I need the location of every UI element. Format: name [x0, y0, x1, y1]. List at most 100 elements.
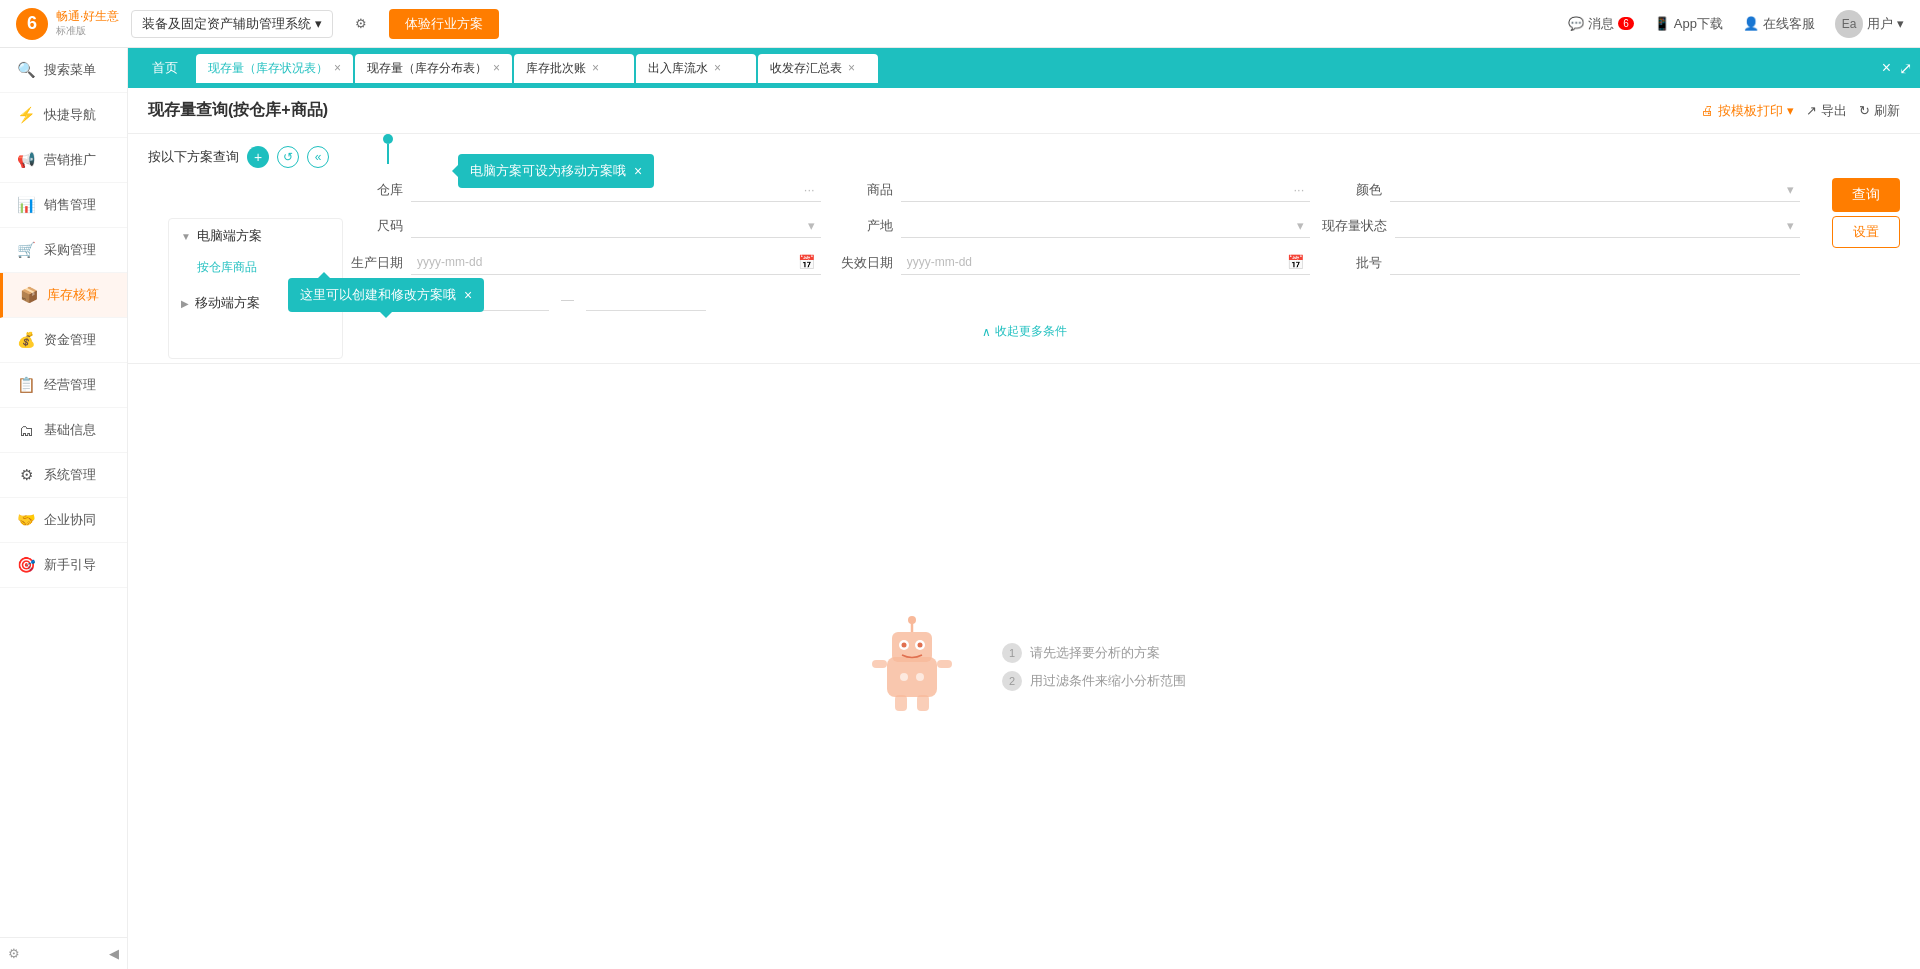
user-chevron-icon: ▾	[1897, 16, 1904, 31]
triangle-icon: ▼	[181, 231, 191, 242]
tab-expand-icon[interactable]: ⤢	[1899, 59, 1912, 78]
tab-collect-report[interactable]: 收发存汇总表 ×	[758, 54, 878, 83]
sidebar-label-system: 系统管理	[44, 466, 96, 484]
tab-close-collect-report[interactable]: ×	[848, 61, 855, 75]
sidebar-label-marketing: 营销推广	[44, 151, 96, 169]
search-button[interactable]: 查询	[1832, 178, 1900, 212]
triangle-mobile-icon: ▶	[181, 298, 189, 309]
sidebar-item-enterprise[interactable]: 🤝 企业协同	[0, 498, 127, 543]
sidebar-item-purchase[interactable]: 🛒 采购管理	[0, 228, 127, 273]
main-content: 1 请先选择要分析的方案 2 用过滤条件来缩小分析范围	[128, 364, 1920, 969]
message-button[interactable]: 💬 消息 6	[1568, 15, 1634, 33]
template-print-button[interactable]: 🖨 按模板打印 ▾	[1701, 102, 1794, 120]
origin-select[interactable]: ▾	[901, 214, 1311, 238]
tip-num-1: 1	[1002, 643, 1022, 663]
tooltip-scheme-switch: 电脑方案可设为移动方案哦 ×	[458, 154, 654, 188]
handshake-icon: 🤝	[16, 510, 36, 530]
more-dots-icon: ···	[804, 182, 815, 197]
filter-header: 按以下方案查询 + ↺ « 电脑方案可设为移动方案哦 ×	[148, 146, 1900, 168]
empty-tip-1: 1 请先选择要分析的方案	[1002, 643, 1186, 663]
color-dropdown-icon: ▾	[1787, 182, 1794, 197]
tab-close-batch-account[interactable]: ×	[592, 61, 599, 75]
collapse-row: ∧ 收起更多条件	[148, 319, 1900, 344]
export-button[interactable]: ↗ 导出	[1806, 102, 1847, 120]
tab-close-inventory-dist[interactable]: ×	[493, 61, 500, 75]
tooltip1-close-icon[interactable]: ×	[634, 163, 642, 179]
sidebar-item-basic-info[interactable]: 🗂 基础信息	[0, 408, 127, 453]
set-button[interactable]: 设置	[1832, 216, 1900, 248]
logo-area: 6 畅通·好生意 标准版	[16, 8, 119, 40]
batch-no-input[interactable]	[1390, 251, 1800, 275]
scheme-desktop[interactable]: ▼ 电脑端方案	[169, 219, 342, 253]
sidebar-item-assets[interactable]: 💰 资金管理	[0, 318, 127, 363]
sidebar-item-inventory[interactable]: 📦 库存核算	[0, 273, 127, 318]
app-download-button[interactable]: 📱 App下载	[1654, 15, 1723, 33]
sidebar-collapse-icon[interactable]: ◀	[109, 946, 119, 961]
filter-back-button[interactable]: «	[307, 146, 329, 168]
filter-origin: 产地 ▾	[833, 214, 1311, 238]
filter-row-4: 现存量（主） —	[343, 287, 1800, 311]
tab-close-all-icon[interactable]: ×	[1882, 59, 1891, 77]
color-label: 颜色	[1322, 181, 1382, 199]
settings-button[interactable]: ⚙	[345, 8, 377, 40]
user-menu[interactable]: Ea 用户 ▾	[1835, 10, 1904, 38]
svg-rect-10	[895, 695, 907, 711]
size-select[interactable]: ▾	[411, 214, 821, 238]
sidebar-label-quick-nav: 快捷导航	[44, 106, 96, 124]
sidebar-item-guide[interactable]: 🎯 新手引导	[0, 543, 127, 588]
sidebar-item-operations[interactable]: 📋 经营管理	[0, 363, 127, 408]
message-icon: 💬	[1568, 16, 1584, 31]
svg-rect-9	[937, 660, 952, 668]
filter-size: 尺码 ▾	[343, 214, 821, 238]
brand-tag: 标准版	[56, 24, 119, 38]
refresh-button[interactable]: ↻ 刷新	[1859, 102, 1900, 120]
goods-select[interactable]: ···	[901, 178, 1311, 202]
logo-icon: 6	[16, 8, 48, 40]
sidebar-item-marketing[interactable]: 📢 营销推广	[0, 138, 127, 183]
sidebar-settings-icon[interactable]: ⚙	[8, 946, 20, 961]
sidebar-label-operations: 经营管理	[44, 376, 96, 394]
sidebar: 🔍 搜索菜单 ⚡ 快捷导航 📢 营销推广 📊 销售管理 🛒 采购管理 📦	[0, 48, 128, 969]
warehouse-label: 仓库	[343, 181, 403, 199]
expire-date-label: 失效日期	[833, 254, 893, 272]
produce-date-input[interactable]: yyyy-mm-dd 📅	[411, 250, 821, 275]
tooltip-scheme-create: 这里可以创建和修改方案哦 ×	[288, 278, 484, 312]
empty-tip-2: 2 用过滤条件来缩小分析范围	[1002, 671, 1186, 691]
online-service-button[interactable]: 👤 在线客服	[1743, 15, 1815, 33]
brand-name: 畅通·好生意	[56, 9, 119, 25]
stock-main-to-input[interactable]	[586, 287, 706, 311]
experience-button[interactable]: 体验行业方案	[389, 9, 499, 39]
collapse-button[interactable]: ∧ 收起更多条件	[982, 323, 1067, 340]
tab-close-in-out-flow[interactable]: ×	[714, 61, 721, 75]
system-selector[interactable]: 装备及固定资产辅助管理系统 ▾	[131, 10, 333, 38]
tab-inventory-status[interactable]: 现存量（库存状况表） ×	[196, 54, 353, 83]
svg-rect-11	[917, 695, 929, 711]
tab-inventory-dist[interactable]: 现存量（库存分布表） ×	[355, 54, 512, 83]
print-icon: 🖨	[1701, 103, 1714, 118]
expire-date-input[interactable]: yyyy-mm-dd 📅	[901, 250, 1311, 275]
sidebar-item-sales[interactable]: 📊 销售管理	[0, 183, 127, 228]
filter-stock-status: 现存量状态 ▾	[1322, 214, 1800, 238]
tab-home[interactable]: 首页	[136, 53, 194, 83]
color-select[interactable]: ▾	[1390, 178, 1800, 202]
filter-refresh-button[interactable]: ↺	[277, 146, 299, 168]
box-icon: 📦	[19, 285, 39, 305]
filter-batch-no: 批号	[1322, 251, 1800, 275]
tooltip2-close-icon[interactable]: ×	[464, 287, 472, 303]
target-icon: 🎯	[16, 555, 36, 575]
filter-add-button[interactable]: +	[247, 146, 269, 168]
sidebar-item-system[interactable]: ⚙ 系统管理	[0, 453, 127, 498]
goods-label: 商品	[833, 181, 893, 199]
svg-rect-0	[887, 657, 937, 697]
filter-fields: 仓库 ··· 商品 ···	[343, 178, 1900, 319]
tab-batch-account[interactable]: 库存批次账 ×	[514, 54, 634, 83]
tab-in-out-flow[interactable]: 出入库流水 ×	[636, 54, 756, 83]
service-icon: 👤	[1743, 16, 1759, 31]
tab-close-inventory-status[interactable]: ×	[334, 61, 341, 75]
sidebar-label-purchase: 采购管理	[44, 241, 96, 259]
chevron-down-icon: ▾	[315, 16, 322, 31]
stock-status-select[interactable]: ▾	[1395, 214, 1800, 238]
filter-area: 按以下方案查询 + ↺ « 电脑方案可设为移动方案哦 ×	[128, 134, 1920, 364]
sidebar-item-search[interactable]: 🔍 搜索菜单	[0, 48, 127, 93]
sidebar-item-quick-nav[interactable]: ⚡ 快捷导航	[0, 93, 127, 138]
